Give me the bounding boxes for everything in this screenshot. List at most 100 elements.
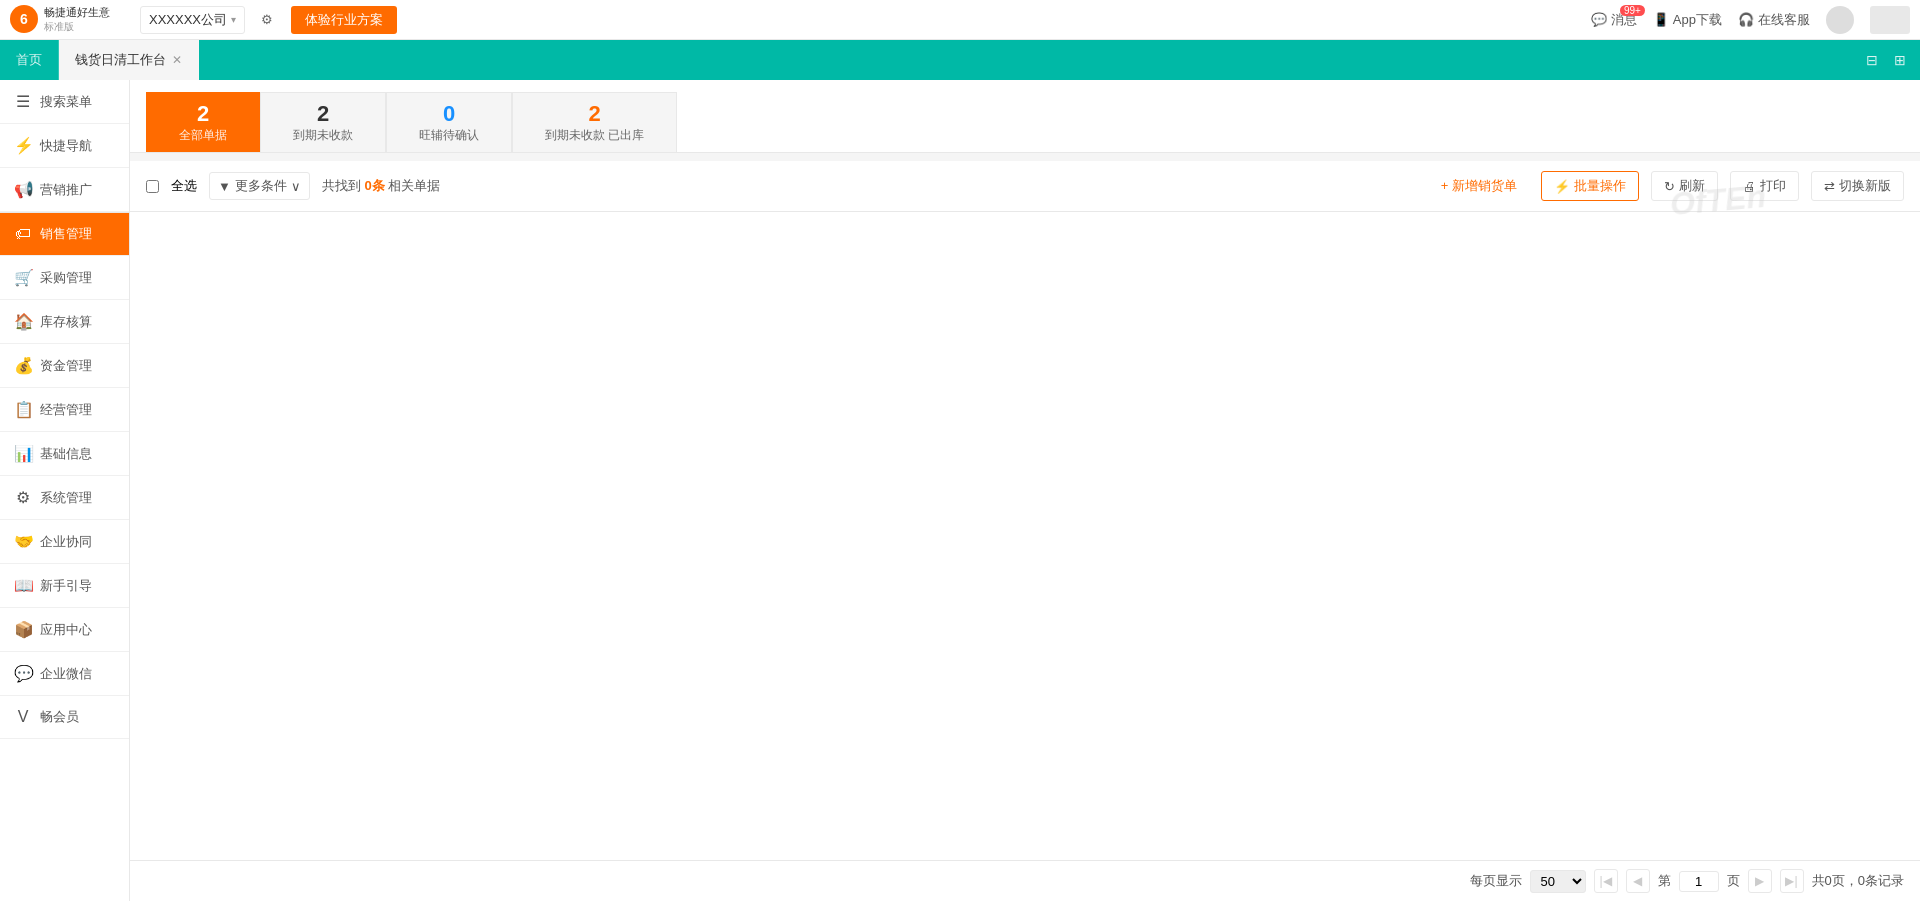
settings-button[interactable]: ⚙ (253, 6, 281, 34)
new-sales-order-button[interactable]: + 新增销货单 (1429, 172, 1529, 200)
switch-label: 切换新版 (1839, 177, 1891, 195)
found-text: 共找到 0条 相关单据 (322, 177, 440, 195)
sidebar-label-basic-info: 基础信息 (40, 445, 92, 463)
sidebar-item-marketing[interactable]: 📢 营销推广 (0, 168, 129, 212)
page-suffix: 页 (1727, 872, 1740, 890)
tab-maximize-icon[interactable]: ⊞ (1890, 48, 1910, 72)
sidebar-label-quick-nav: 快捷导航 (40, 137, 92, 155)
finance-icon: 💰 (14, 356, 32, 375)
print-icon: 🖨 (1743, 179, 1756, 194)
refresh-button[interactable]: ↻ 刷新 (1651, 171, 1718, 201)
sidebar-label-search: 搜索菜单 (40, 93, 92, 111)
print-button[interactable]: 🖨 打印 (1730, 171, 1799, 201)
sidebar-item-search[interactable]: ☰ 搜索菜单 (0, 80, 129, 124)
system-icon: ⚙ (14, 488, 32, 507)
switch-version-button[interactable]: ⇄ 切换新版 (1811, 171, 1904, 201)
sidebar-item-member[interactable]: V 畅会员 (0, 696, 129, 739)
per-page-select[interactable]: 50 100 200 (1530, 870, 1586, 893)
tab-bar: 首页 钱货日清工作台 ✕ ⊟ ⊞ (0, 40, 1920, 80)
last-page-button[interactable]: ▶| (1780, 869, 1804, 893)
sidebar-item-finance[interactable]: 💰 资金管理 (0, 344, 129, 388)
stat-tab-all[interactable]: 2 全部单据 (146, 92, 260, 152)
tab-close-icon[interactable]: ✕ (172, 53, 182, 67)
sidebar-label-marketing: 营销推广 (40, 181, 92, 199)
online-service-button[interactable]: 🎧 在线客服 (1738, 11, 1810, 29)
main-layout: ☰ 搜索菜单 ⚡ 快捷导航 📢 营销推广 🏷 销售管理 🛒 采购管理 🏠 库存核… (0, 80, 1920, 901)
logo-text-area: 畅捷通好生意 标准版 (44, 5, 110, 33)
toolbar: 全选 ▼ 更多条件 ∨ 共找到 0条 相关单据 + 新增销货单 ⚡ 批量操作 ↻ (130, 161, 1920, 212)
guide-icon: 📖 (14, 576, 32, 595)
next-page-button[interactable]: ▶ (1748, 869, 1772, 893)
sidebar-label-inventory: 库存核算 (40, 313, 92, 331)
purchase-icon: 🛒 (14, 268, 32, 287)
select-all-checkbox[interactable] (146, 180, 159, 193)
sidebar-item-system[interactable]: ⚙ 系统管理 (0, 476, 129, 520)
sidebar-label-guide: 新手引导 (40, 577, 92, 595)
content-area: 2 全部单据 2 到期未收款 0 旺辅待确认 2 到期未收款 已出库 全选 ▼ … (130, 80, 1920, 901)
app-download-button[interactable]: 📱 App下载 (1653, 11, 1722, 29)
found-count: 0条 (365, 178, 385, 193)
app-download-label: App下载 (1673, 11, 1722, 29)
sidebar-item-sales[interactable]: 🏷 销售管理 (0, 213, 129, 256)
page-input[interactable] (1679, 871, 1719, 892)
user-avatar[interactable] (1826, 6, 1854, 34)
sidebar-top: ☰ 搜索菜单 ⚡ 快捷导航 📢 营销推广 (0, 80, 129, 213)
filter-button[interactable]: ▼ 更多条件 ∨ (209, 172, 310, 200)
top-header: 6 畅捷通好生意 标准版 XXXXXX公司 ▾ ⚙ 体验行业方案 💬 消息 99… (0, 0, 1920, 40)
stat-tab-shipped[interactable]: 2 到期未收款 已出库 (512, 92, 677, 152)
stat-count-overdue: 2 (317, 101, 329, 127)
batch-operation-button[interactable]: ⚡ 批量操作 (1541, 171, 1639, 201)
filter-arrow: ∨ (291, 179, 301, 194)
sidebar-item-inventory[interactable]: 🏠 库存核算 (0, 300, 129, 344)
per-page-label: 每页显示 (1470, 872, 1522, 890)
filter-icon: ▼ (218, 179, 231, 194)
sidebar-item-basic-info[interactable]: 📊 基础信息 (0, 432, 129, 476)
sidebar-item-guide[interactable]: 📖 新手引导 (0, 564, 129, 608)
search-menu-icon: ☰ (14, 92, 32, 111)
switch-icon: ⇄ (1824, 179, 1835, 194)
stats-tabs: 2 全部单据 2 到期未收款 0 旺辅待确认 2 到期未收款 已出库 (130, 80, 1920, 153)
prev-page-button[interactable]: ◀ (1626, 869, 1650, 893)
tab-home-label: 首页 (16, 51, 42, 69)
message-icon: 💬 (1591, 12, 1607, 27)
headset-icon: 🎧 (1738, 12, 1754, 27)
online-service-label: 在线客服 (1758, 11, 1810, 29)
stat-count-pending: 0 (443, 101, 455, 127)
select-all-label: 全选 (171, 177, 197, 195)
company-dropdown-arrow: ▾ (231, 14, 236, 25)
sidebar-item-enterprise[interactable]: 🤝 企业协同 (0, 520, 129, 564)
page-label: 第 (1658, 872, 1671, 890)
company-selector[interactable]: XXXXXX公司 ▾ (140, 6, 245, 34)
stat-label-pending: 旺辅待确认 (419, 127, 479, 144)
logo-name: 畅捷通好生意 (44, 5, 110, 19)
sidebar-item-purchase[interactable]: 🛒 采购管理 (0, 256, 129, 300)
filter-label: 更多条件 (235, 177, 287, 195)
experience-button[interactable]: 体验行业方案 (291, 6, 397, 34)
stat-count-all: 2 (197, 101, 209, 127)
stat-tab-pending[interactable]: 0 旺辅待确认 (386, 92, 512, 152)
tab-work-bench[interactable]: 钱货日清工作台 ✕ (59, 40, 199, 80)
member-icon: V (14, 708, 32, 726)
found-prefix: 共找到 (322, 178, 361, 193)
total-label: 共0页，0条记录 (1812, 872, 1904, 890)
sidebar-label-system: 系统管理 (40, 489, 92, 507)
messages-button[interactable]: 💬 消息 99+ (1591, 11, 1637, 29)
sidebar-item-app-center[interactable]: 📦 应用中心 (0, 608, 129, 652)
refresh-label: 刷新 (1679, 177, 1705, 195)
sidebar-item-wechat[interactable]: 💬 企业微信 (0, 652, 129, 696)
sidebar-label-operations: 经营管理 (40, 401, 92, 419)
basic-info-icon: 📊 (14, 444, 32, 463)
stat-label-all: 全部单据 (179, 127, 227, 144)
tab-home[interactable]: 首页 (0, 40, 59, 80)
sidebar-item-operations[interactable]: 📋 经营管理 (0, 388, 129, 432)
quick-nav-icon: ⚡ (14, 136, 32, 155)
operations-icon: 📋 (14, 400, 32, 419)
sidebar-item-quick-nav[interactable]: ⚡ 快捷导航 (0, 124, 129, 168)
first-page-button[interactable]: |◀ (1594, 869, 1618, 893)
user-name-area[interactable] (1870, 6, 1910, 34)
tab-restore-icon[interactable]: ⊟ (1862, 48, 1882, 72)
tab-work-bench-label: 钱货日清工作台 (75, 51, 166, 69)
stat-tab-overdue[interactable]: 2 到期未收款 (260, 92, 386, 152)
sidebar-label-enterprise: 企业协同 (40, 533, 92, 551)
logo-tag: 标准版 (44, 20, 110, 34)
